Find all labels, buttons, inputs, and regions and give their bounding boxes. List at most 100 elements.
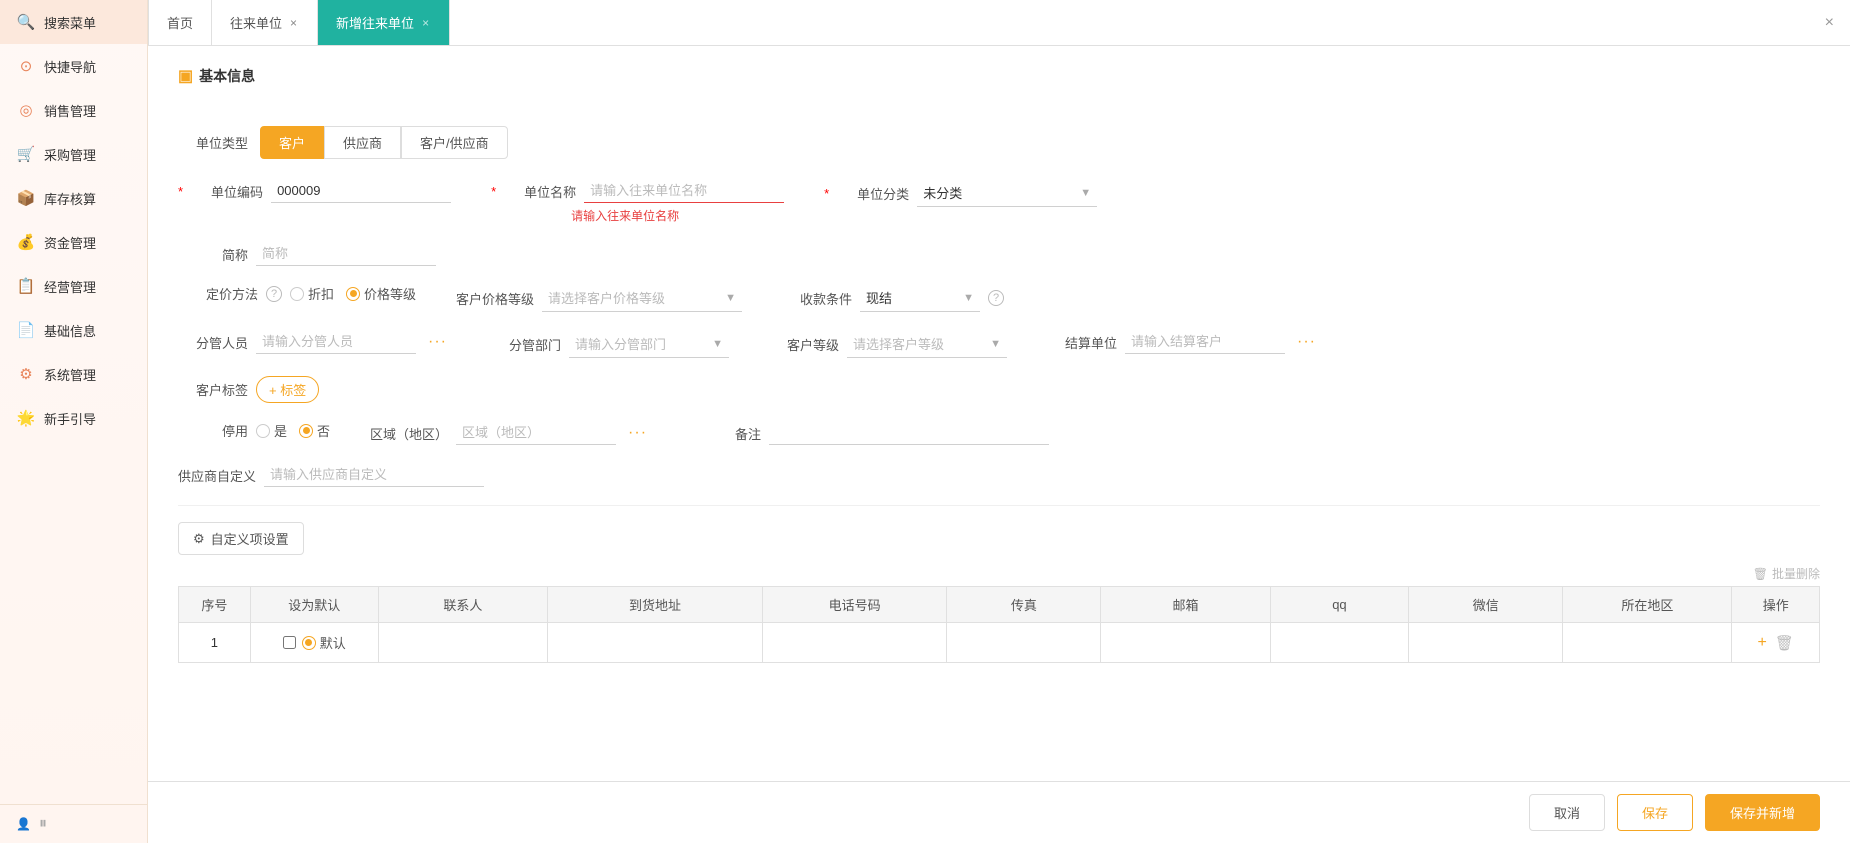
- unit-type-btn-both[interactable]: 客户/供应商: [401, 126, 508, 159]
- tab-partner-list[interactable]: 往来单位 ×: [212, 0, 318, 45]
- supplier-custom-input[interactable]: [264, 463, 484, 487]
- disable-no[interactable]: 否: [299, 421, 330, 440]
- sidebar-item-sales[interactable]: ◎ 销售管理: [0, 88, 147, 132]
- fax-input[interactable]: [984, 631, 1064, 654]
- pricing-method-tooltip: ?: [266, 286, 282, 302]
- col-region: 所在地区: [1563, 587, 1732, 623]
- sidebar-item-purchase[interactable]: 🛒 采购管理: [0, 132, 147, 176]
- tab-home[interactable]: 首页: [148, 0, 212, 45]
- customer-level-arrow: ▼: [990, 338, 1001, 350]
- qq-input[interactable]: [1304, 631, 1374, 654]
- dept-arrow: ▼: [712, 338, 723, 350]
- default-radio-item[interactable]: 默认: [302, 633, 346, 652]
- col-email: 邮箱: [1101, 587, 1270, 623]
- sidebar-item-quick-nav[interactable]: ⊙ 快捷导航: [0, 44, 147, 88]
- wechat-input[interactable]: [1446, 631, 1526, 654]
- sidebar-item-ops[interactable]: 📋 经营管理: [0, 264, 147, 308]
- manager-input[interactable]: [256, 330, 416, 354]
- pricing-method-discount[interactable]: 折扣: [290, 284, 334, 303]
- sidebar-item-finance[interactable]: 💰 资金管理: [0, 220, 147, 264]
- tab-add-partner-close[interactable]: ×: [420, 16, 431, 30]
- dept-select[interactable]: 请输入分管部门 ▼: [569, 330, 729, 358]
- save-button[interactable]: 保存: [1617, 794, 1693, 831]
- unit-type-buttons: 客户 供应商 客户/供应商: [260, 126, 508, 159]
- tab-partner-close[interactable]: ×: [288, 16, 299, 30]
- unit-type-btn-customer[interactable]: 客户: [260, 126, 324, 159]
- contact-input[interactable]: [418, 631, 508, 654]
- payment-terms-tooltip: ?: [988, 290, 1004, 306]
- sidebar-item-search-menu[interactable]: 🔍 搜索菜单: [0, 0, 147, 44]
- section-icon: ▣: [178, 66, 193, 86]
- disable-no-radio[interactable]: [299, 424, 313, 438]
- tab-add-partner[interactable]: 新增往来单位 ×: [318, 0, 450, 45]
- level-radio[interactable]: [346, 287, 360, 301]
- cancel-button[interactable]: 取消: [1529, 794, 1605, 831]
- col-contact: 联系人: [378, 587, 547, 623]
- disable-yes[interactable]: 是: [256, 421, 287, 440]
- field-short-name: 简称: [178, 242, 436, 266]
- customer-level-select[interactable]: 请选择客户等级 ▼: [847, 330, 1007, 358]
- customer-price-level-select[interactable]: 请选择客户价格等级 ▼: [542, 284, 742, 312]
- customer-price-level-label: 客户价格等级: [456, 289, 534, 308]
- discount-radio[interactable]: [290, 287, 304, 301]
- delete-row-btn[interactable]: 🗑: [1775, 634, 1794, 652]
- sidebar-item-label: 快捷导航: [44, 57, 96, 76]
- unit-category-select[interactable]: 未分类 ▼: [917, 179, 1097, 207]
- unit-name-input[interactable]: [584, 179, 784, 203]
- unit-category-arrow: ▼: [1080, 187, 1091, 199]
- short-name-input[interactable]: [256, 242, 436, 266]
- sidebar-item-label: 搜索菜单: [44, 13, 96, 32]
- email-input[interactable]: [1140, 631, 1230, 654]
- payment-terms-select[interactable]: 现结 ▼: [860, 284, 980, 312]
- sidebar-item-newbie[interactable]: 🌟 新手引导: [0, 396, 147, 440]
- field-remark: 备注: [691, 421, 1049, 445]
- custom-settings-btn[interactable]: ⚙ 自定义项设置: [178, 522, 304, 555]
- region-dots[interactable]: ···: [624, 424, 651, 442]
- remark-input[interactable]: [769, 421, 1049, 445]
- close-all-tabs[interactable]: ×: [1809, 14, 1850, 32]
- section-title: 基本信息: [199, 66, 255, 86]
- sidebar-item-sys-mgmt[interactable]: ⚙ 系统管理: [0, 352, 147, 396]
- address-input[interactable]: [595, 631, 715, 654]
- cell-region: [1563, 623, 1732, 663]
- field-customer-level: 客户等级 请选择客户等级 ▼: [769, 330, 1007, 358]
- unit-name-label: 单位名称: [506, 182, 576, 201]
- col-fax: 传真: [947, 587, 1101, 623]
- field-customer-tags: 客户标签 + 标签: [178, 376, 319, 403]
- manager-dots[interactable]: ···: [424, 333, 451, 351]
- cell-email: [1101, 623, 1270, 663]
- sidebar-item-inventory[interactable]: 📦 库存核算: [0, 176, 147, 220]
- unit-type-btn-supplier[interactable]: 供应商: [324, 126, 401, 159]
- pricing-method-level[interactable]: 价格等级: [346, 284, 416, 303]
- payment-terms-value: 现结: [866, 288, 892, 307]
- customer-level-label: 客户等级: [769, 335, 839, 354]
- payment-terms-label: 收款条件: [782, 289, 852, 308]
- batch-delete-btn[interactable]: 🗑 批量删除: [1753, 565, 1820, 582]
- row-manager: 分管人员 ··· 分管部门 请输入分管部门 ▼ 客户等级 请选择客户等级 ▼ 结…: [178, 330, 1820, 358]
- sidebar-item-label: 基础信息: [44, 321, 96, 340]
- add-row-btn[interactable]: +: [1758, 634, 1767, 652]
- sidebar-item-basic-info[interactable]: 📄 基础信息: [0, 308, 147, 352]
- row-checkbox[interactable]: [283, 636, 296, 649]
- settlement-unit-dots[interactable]: ···: [1293, 333, 1320, 351]
- add-tag-btn[interactable]: + 标签: [256, 376, 319, 403]
- payment-terms-arrow: ▼: [963, 292, 974, 304]
- field-pricing-method: 定价方法 ? 折扣 价格等级: [178, 284, 416, 303]
- unit-code-label: 单位编码: [193, 182, 263, 201]
- region-table-input[interactable]: [1602, 631, 1692, 654]
- disable-yes-radio[interactable]: [256, 424, 270, 438]
- default-radio[interactable]: [302, 636, 316, 650]
- save-new-button[interactable]: 保存并新增: [1705, 794, 1820, 831]
- cell-action: + 🗑: [1732, 623, 1820, 663]
- cell-wechat: [1409, 623, 1563, 663]
- col-qq: qq: [1270, 587, 1409, 623]
- col-action: 操作: [1732, 587, 1820, 623]
- unit-code-input[interactable]: [271, 179, 451, 203]
- custom-settings-label: 自定义项设置: [211, 529, 289, 548]
- phone-input[interactable]: [805, 631, 905, 654]
- settlement-unit-input[interactable]: [1125, 330, 1285, 354]
- disable-options: 是 否: [256, 421, 330, 440]
- field-disable: 停用 是 否: [178, 421, 330, 440]
- region-input[interactable]: [456, 421, 616, 445]
- col-phone: 电话号码: [762, 587, 946, 623]
